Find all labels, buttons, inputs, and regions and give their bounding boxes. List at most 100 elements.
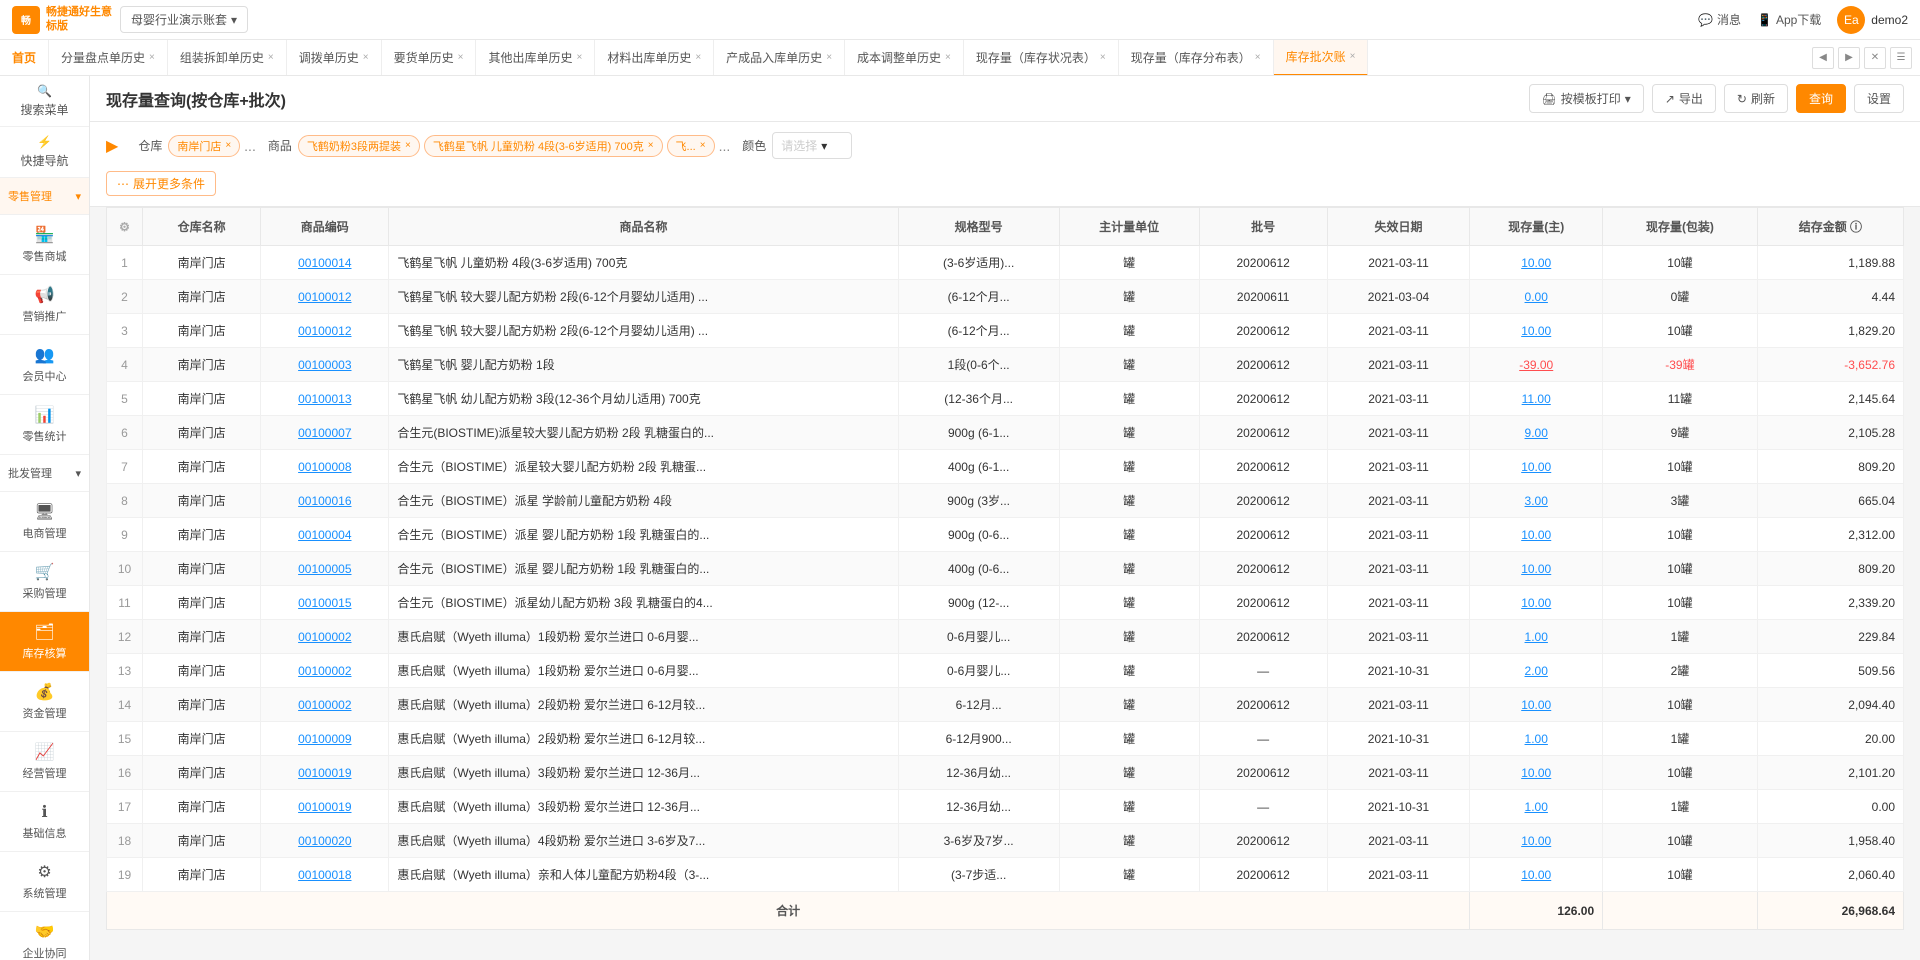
tab-2[interactable]: 组装拆卸单历史 × xyxy=(168,40,287,76)
tab-6[interactable]: 材料出库单历史 × xyxy=(595,40,714,76)
cell-qty-main[interactable]: 10.00 xyxy=(1470,688,1603,722)
expand-more-btn[interactable]: ⋯ 展开更多条件 xyxy=(106,171,216,196)
sidebar-item-inventory[interactable]: 🗂 库存核算 xyxy=(0,612,89,672)
app-download-action[interactable]: 📱 App下载 xyxy=(1757,11,1821,28)
tab-home[interactable]: 首页 xyxy=(0,40,49,76)
query-button[interactable]: 查询 xyxy=(1796,84,1846,113)
col-settings[interactable]: ⚙ xyxy=(107,208,143,246)
cell-code[interactable]: 00100005 xyxy=(261,552,389,586)
tab-close-4[interactable]: × xyxy=(458,52,464,63)
product-tag-close-0[interactable]: × xyxy=(405,140,411,151)
sidebar-item-system[interactable]: ⚙ 系统管理 xyxy=(0,852,89,912)
sidebar-item-wholesale[interactable]: 批发管理 ▾ xyxy=(0,455,89,492)
tab-close-current[interactable]: ✕ xyxy=(1864,47,1886,69)
cell-code[interactable]: 00100007 xyxy=(261,416,389,450)
message-action[interactable]: 💬 消息 xyxy=(1698,11,1741,28)
cell-qty-main[interactable]: 10.00 xyxy=(1470,824,1603,858)
settings-button[interactable]: 设置 xyxy=(1854,84,1904,113)
tab-close-10[interactable]: × xyxy=(1255,52,1261,63)
sidebar-item-collab[interactable]: 🤝 企业协同 xyxy=(0,912,89,960)
product-tag-close-2[interactable]: × xyxy=(700,140,706,151)
sidebar-item-retail-stats[interactable]: 📊 零售统计 xyxy=(0,395,89,455)
cell-qty-main[interactable]: 11.00 xyxy=(1470,382,1603,416)
warehouse-tag-0[interactable]: 南岸门店 × xyxy=(168,135,240,157)
cell-qty-main[interactable]: 10.00 xyxy=(1470,450,1603,484)
tab-close-7[interactable]: × xyxy=(826,52,832,63)
export-button[interactable]: ↗ 导出 xyxy=(1652,84,1716,113)
cell-code[interactable]: 00100016 xyxy=(261,484,389,518)
tab-10[interactable]: 现存量（库存分布表） × xyxy=(1119,40,1274,76)
cell-code[interactable]: 00100009 xyxy=(261,722,389,756)
cell-qty-main[interactable]: 10.00 xyxy=(1470,552,1603,586)
user-area[interactable]: Ea demo2 xyxy=(1837,6,1908,34)
tab-close-8[interactable]: × xyxy=(945,52,951,63)
expand-filter-arrow[interactable]: ▶ xyxy=(106,136,118,156)
tab-close-1[interactable]: × xyxy=(149,52,155,63)
product-tag-1[interactable]: 飞鹤星飞帆 儿童奶粉 4段(3-6岁适用) 700克 × xyxy=(424,135,663,157)
cell-code[interactable]: 00100019 xyxy=(261,790,389,824)
cell-code[interactable]: 00100012 xyxy=(261,280,389,314)
cell-code[interactable]: 00100020 xyxy=(261,824,389,858)
cell-code[interactable]: 00100002 xyxy=(261,620,389,654)
tab-menu[interactable]: ☰ xyxy=(1890,47,1912,69)
cell-qty-main[interactable]: 10.00 xyxy=(1470,858,1603,892)
cell-qty-main[interactable]: 1.00 xyxy=(1470,620,1603,654)
sidebar-item-purchase[interactable]: 🛒 采购管理 xyxy=(0,552,89,612)
cell-code[interactable]: 00100008 xyxy=(261,450,389,484)
cell-code[interactable]: 00100002 xyxy=(261,688,389,722)
cell-code[interactable]: 00100019 xyxy=(261,756,389,790)
settings-icon[interactable]: ⚙ xyxy=(119,220,130,234)
cell-code[interactable]: 00100018 xyxy=(261,858,389,892)
cell-qty-main[interactable]: 2.00 xyxy=(1470,654,1603,688)
product-tag-2[interactable]: 飞... × xyxy=(667,135,715,157)
product-more[interactable]: ... xyxy=(719,138,731,154)
cell-code[interactable]: 00100012 xyxy=(261,314,389,348)
sidebar-item-retail-mall[interactable]: 🏪 零售商城 xyxy=(0,215,89,275)
industry-selector[interactable]: 母婴行业演示账套 ▾ xyxy=(120,6,248,33)
cell-code[interactable]: 00100003 xyxy=(261,348,389,382)
tab-11[interactable]: 库存批次账 × xyxy=(1274,40,1369,76)
tab-close-2[interactable]: × xyxy=(268,52,274,63)
cell-qty-main[interactable]: 0.00 xyxy=(1470,280,1603,314)
product-tag-close-1[interactable]: × xyxy=(648,140,654,151)
cell-code[interactable]: 00100014 xyxy=(261,246,389,280)
tab-3[interactable]: 调拨单历史 × xyxy=(287,40,382,76)
template-print-button[interactable]: 🖨 按模板打印 ▾ xyxy=(1529,84,1644,113)
tab-close-6[interactable]: × xyxy=(695,52,701,63)
tab-scroll-left[interactable]: ◀ xyxy=(1812,47,1834,69)
cell-code[interactable]: 00100015 xyxy=(261,586,389,620)
tab-4[interactable]: 要货单历史 × xyxy=(382,40,477,76)
tab-5[interactable]: 其他出库单历史 × xyxy=(476,40,595,76)
cell-qty-main[interactable]: 10.00 xyxy=(1470,246,1603,280)
tab-9[interactable]: 现存量（库存状况表） × xyxy=(964,40,1119,76)
cell-qty-main[interactable]: 1.00 xyxy=(1470,722,1603,756)
cell-qty-main[interactable]: -39.00 xyxy=(1470,348,1603,382)
cell-qty-main[interactable]: 10.00 xyxy=(1470,586,1603,620)
product-tag-0[interactable]: 飞鹤奶粉3段两提装 × xyxy=(298,135,420,157)
refresh-button[interactable]: ↻ 刷新 xyxy=(1724,84,1788,113)
warehouse-more[interactable]: ... xyxy=(244,138,256,154)
tab-8[interactable]: 成本调整单历史 × xyxy=(845,40,964,76)
tab-close-11[interactable]: × xyxy=(1350,51,1356,62)
cell-qty-main[interactable]: 10.00 xyxy=(1470,518,1603,552)
tab-close-3[interactable]: × xyxy=(363,52,369,63)
warehouse-tag-close-0[interactable]: × xyxy=(225,140,231,151)
sidebar-item-ecommerce[interactable]: 🖥 电商管理 xyxy=(0,492,89,552)
sidebar-item-finance[interactable]: 💰 资金管理 xyxy=(0,672,89,732)
sidebar-item-basic-info[interactable]: ℹ 基础信息 xyxy=(0,792,89,852)
sidebar-item-member[interactable]: 👥 会员中心 xyxy=(0,335,89,395)
cell-qty-main[interactable]: 9.00 xyxy=(1470,416,1603,450)
tab-1[interactable]: 分量盘点单历史 × xyxy=(49,40,168,76)
sidebar-item-retail-mgmt[interactable]: 零售管理 ▾ xyxy=(0,178,89,215)
cell-code[interactable]: 00100002 xyxy=(261,654,389,688)
sidebar-item-marketing[interactable]: 📢 营销推广 xyxy=(0,275,89,335)
sidebar-search[interactable]: 🔍 搜索菜单 xyxy=(0,76,89,127)
tab-close-5[interactable]: × xyxy=(576,52,582,63)
cell-qty-main[interactable]: 3.00 xyxy=(1470,484,1603,518)
color-select[interactable]: 请选择 ▾ xyxy=(772,132,852,159)
cell-code[interactable]: 00100013 xyxy=(261,382,389,416)
tab-7[interactable]: 产成品入库单历史 × xyxy=(714,40,845,76)
cell-qty-main[interactable]: 1.00 xyxy=(1470,790,1603,824)
cell-qty-main[interactable]: 10.00 xyxy=(1470,314,1603,348)
tab-close-9[interactable]: × xyxy=(1100,52,1106,63)
